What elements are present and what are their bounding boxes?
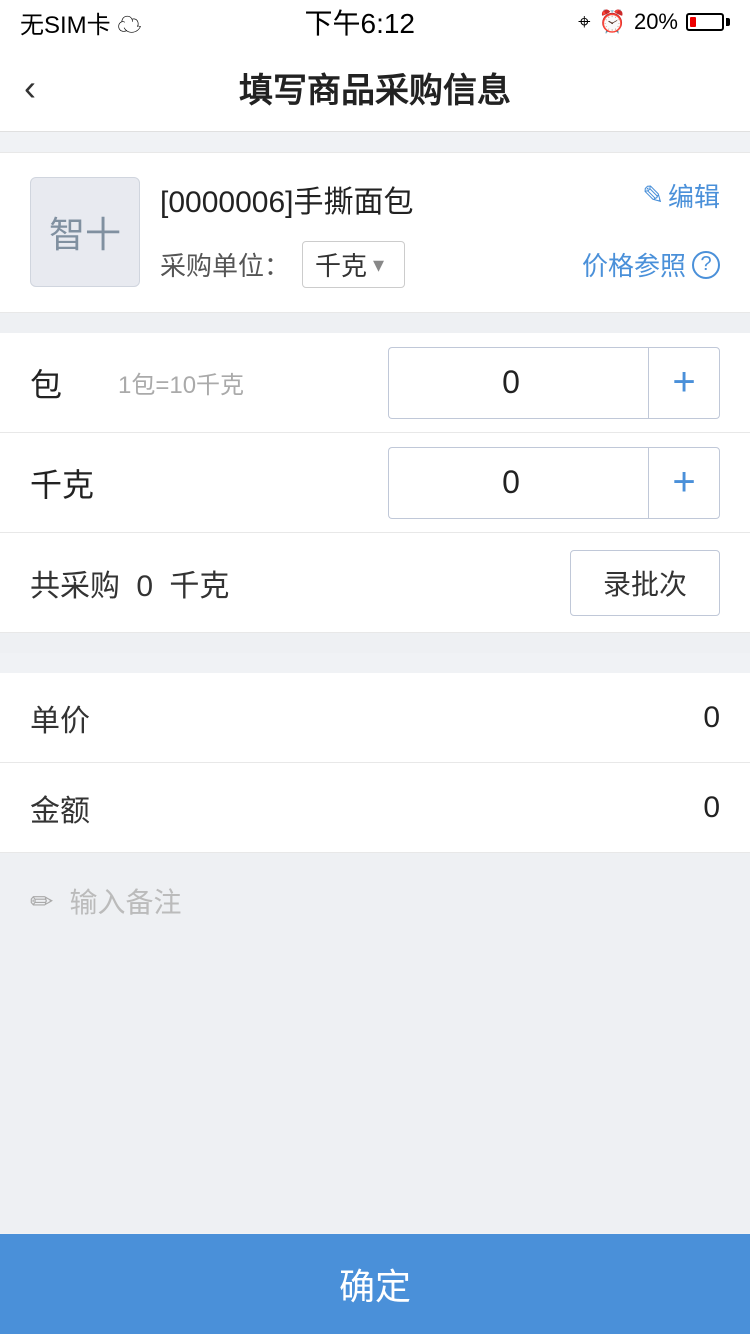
bag-plus-button[interactable]: + (648, 347, 720, 419)
record-batch-button[interactable]: 录批次 (570, 550, 720, 616)
product-name: [0000006]手撕面包 (160, 177, 413, 221)
remark-section[interactable]: ✏ 输入备注 (0, 853, 750, 1133)
back-button[interactable]: ‹ (24, 67, 36, 109)
unit-price-value: 0 (703, 701, 720, 735)
kg-field-wrapper: + (388, 447, 720, 519)
price-section: 单价 0 金额 0 (0, 673, 750, 853)
battery-pct: 20% (634, 9, 678, 35)
bag-field-wrapper: + (388, 347, 720, 419)
amount-value: 0 (703, 791, 720, 825)
unit-price-label: 单价 (30, 696, 90, 740)
summary-row: 共采购 0 千克 录批次 (0, 533, 750, 633)
info-icon: ? (692, 251, 720, 279)
chevron-down-icon: ▾ (373, 252, 384, 278)
kg-input[interactable] (388, 447, 648, 519)
nav-bar: ‹ 填写商品采购信息 (0, 44, 750, 132)
confirm-label: 确定 (339, 1258, 411, 1310)
page-title: 填写商品采购信息 (239, 63, 511, 112)
bag-input-row: 包 1包=10千克 + (0, 333, 750, 433)
kg-input-row: 千克 + (0, 433, 750, 533)
input-section: 包 1包=10千克 + 千克 + 共采购 0 千克 录批次 (0, 333, 750, 633)
product-info: [0000006]手撕面包 ✎ 编辑 采购单位： 千克 ▾ 价格参照 ? (160, 177, 720, 288)
status-bar: 无SIM卡 ☁ 下午6:12 ⌖ ⏰ 20% (0, 0, 750, 44)
summary-text: 共采购 0 千克 (30, 561, 229, 605)
unit-select[interactable]: 千克 ▾ (302, 241, 405, 288)
product-thumbnail: 智十 (30, 177, 140, 287)
status-left: 无SIM卡 ☁ (20, 5, 141, 40)
location-icon: ⌖ (578, 9, 590, 35)
edit-icon: ✎ (642, 180, 664, 211)
remark-placeholder: 输入备注 (69, 881, 181, 921)
kg-label: 千克 (30, 460, 110, 506)
unit-price-row: 单价 0 (0, 673, 750, 763)
bag-sublabel: 1包=10千克 (118, 365, 388, 400)
status-right: ⌖ ⏰ 20% (578, 9, 730, 35)
alarm-icon: ⏰ (599, 9, 626, 35)
status-time: 下午6:12 (305, 2, 416, 42)
bag-label: 包 (30, 360, 110, 406)
confirm-button[interactable]: 确定 (0, 1234, 750, 1334)
bag-input[interactable] (388, 347, 648, 419)
battery-icon (686, 13, 730, 31)
pencil-icon: ✏ (30, 885, 53, 918)
kg-plus-button[interactable]: + (648, 447, 720, 519)
unit-value: 千克 (315, 246, 367, 283)
edit-button[interactable]: ✎ 编辑 (642, 177, 720, 214)
unit-prefix: 采购单位： (160, 246, 290, 283)
section-divider-2 (0, 633, 750, 653)
sim-label: 无SIM卡 ☁ (20, 5, 141, 40)
price-ref-label: 价格参照 (582, 246, 686, 283)
amount-label: 金额 (30, 786, 90, 830)
price-ref-button[interactable]: 价格参照 ? (582, 246, 720, 283)
product-card: 智十 [0000006]手撕面包 ✎ 编辑 采购单位： 千克 ▾ 价格参照 ? (0, 152, 750, 313)
amount-row: 金额 0 (0, 763, 750, 853)
section-divider-1 (0, 313, 750, 333)
